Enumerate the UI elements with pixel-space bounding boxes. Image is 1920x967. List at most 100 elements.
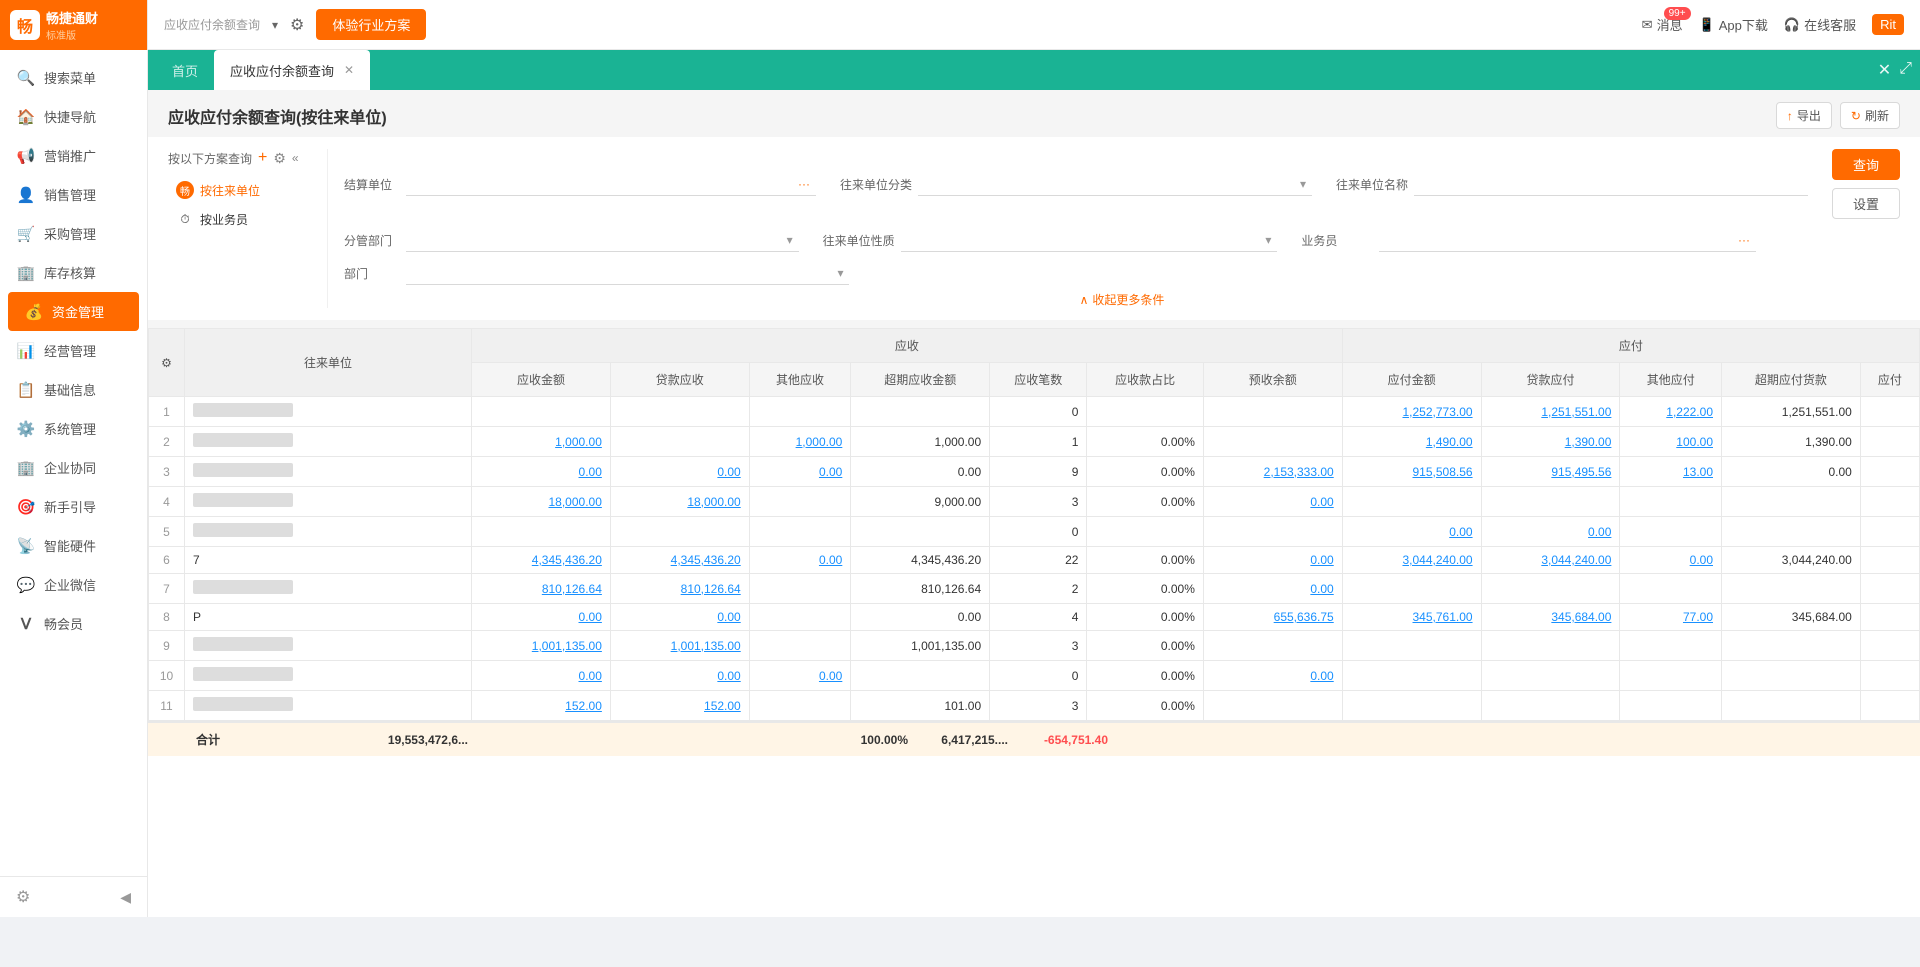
data-cell[interactable]: 0.00: [1203, 487, 1342, 517]
sidebar-item-sales[interactable]: 👤 销售管理: [0, 175, 147, 214]
service-button[interactable]: 🎧 在线客服: [1784, 15, 1856, 34]
app-download-button[interactable]: 📱 App下载: [1699, 15, 1768, 34]
scheme-button[interactable]: 体验行业方案: [316, 9, 426, 40]
data-cell[interactable]: 1,001,135.00: [610, 631, 749, 661]
add-scheme-icon[interactable]: +: [258, 149, 267, 167]
data-cell[interactable]: [610, 517, 749, 547]
data-cell[interactable]: 1,490.00: [1342, 427, 1481, 457]
data-cell[interactable]: 77.00: [1620, 604, 1722, 631]
data-cell[interactable]: [472, 517, 611, 547]
data-cell[interactable]: 18,000.00: [610, 487, 749, 517]
data-cell[interactable]: 0.00: [1203, 574, 1342, 604]
data-cell[interactable]: 0.00: [610, 457, 749, 487]
data-cell[interactable]: [749, 487, 851, 517]
user-avatar[interactable]: Rit: [1872, 17, 1904, 32]
unit-category-select[interactable]: ▾: [918, 173, 1312, 196]
data-cell[interactable]: 1,252,773.00: [1342, 397, 1481, 427]
data-cell[interactable]: [1342, 487, 1481, 517]
tab-close-icon[interactable]: ✕: [344, 63, 354, 77]
data-cell[interactable]: 152.00: [610, 691, 749, 721]
data-cell[interactable]: [1620, 661, 1722, 691]
sidebar-item-member[interactable]: Ⅴ 畅会员: [0, 604, 147, 643]
sidebar-item-enterprise[interactable]: 🏢 企业协同: [0, 448, 147, 487]
sidebar-item-quick-nav[interactable]: 🏠 快捷导航: [0, 97, 147, 136]
data-cell[interactable]: 4,345,436.20: [610, 547, 749, 574]
data-cell[interactable]: 2,153,333.00: [1203, 457, 1342, 487]
scheme-by-staff[interactable]: ⏱ 按业务员: [168, 205, 315, 234]
data-cell[interactable]: 0.00: [1203, 547, 1342, 574]
data-cell[interactable]: [749, 691, 851, 721]
data-cell[interactable]: [1620, 574, 1722, 604]
data-cell[interactable]: 4,345,436.20: [472, 547, 611, 574]
data-cell[interactable]: [1620, 487, 1722, 517]
data-cell[interactable]: 0.00: [749, 547, 851, 574]
sidebar-item-system[interactable]: ⚙️ 系统管理: [0, 409, 147, 448]
sidebar-item-marketing[interactable]: 📢 营销推广: [0, 136, 147, 175]
col-settings-header[interactable]: ⚙: [149, 329, 185, 397]
data-cell[interactable]: [749, 604, 851, 631]
data-cell[interactable]: [1342, 574, 1481, 604]
sidebar-item-wechat[interactable]: 💬 企业微信: [0, 565, 147, 604]
data-cell[interactable]: [749, 574, 851, 604]
tab-ar-ap[interactable]: 应收应付余额查询 ✕: [214, 50, 370, 90]
unit-name-input[interactable]: [1414, 173, 1808, 196]
data-cell[interactable]: 18,000.00: [472, 487, 611, 517]
header-gear-icon[interactable]: ⚙: [290, 15, 304, 35]
data-cell[interactable]: [610, 427, 749, 457]
data-cell[interactable]: [1620, 691, 1722, 721]
data-cell[interactable]: 0.00: [1481, 517, 1620, 547]
settings-button[interactable]: 设置: [1832, 188, 1900, 219]
data-cell[interactable]: [749, 517, 851, 547]
sidebar-item-operations[interactable]: 📊 经营管理: [0, 331, 147, 370]
data-cell[interactable]: [472, 397, 611, 427]
data-cell[interactable]: 345,684.00: [1481, 604, 1620, 631]
data-cell[interactable]: 1,222.00: [1620, 397, 1722, 427]
export-button[interactable]: ↑ 导出: [1776, 102, 1832, 129]
data-cell[interactable]: [749, 631, 851, 661]
data-cell[interactable]: 0.00: [610, 661, 749, 691]
data-cell[interactable]: [1481, 487, 1620, 517]
scheme-collapse-icon[interactable]: «: [292, 151, 299, 165]
data-cell[interactable]: [1203, 517, 1342, 547]
data-cell[interactable]: 915,495.56: [1481, 457, 1620, 487]
sidebar-settings-icon[interactable]: ⚙: [16, 887, 30, 907]
data-cell[interactable]: 3,044,240.00: [1342, 547, 1481, 574]
data-cell[interactable]: [1203, 691, 1342, 721]
sidebar-item-inventory[interactable]: 🏢 库存核算: [0, 253, 147, 292]
data-cell[interactable]: 810,126.64: [610, 574, 749, 604]
sidebar-item-guide[interactable]: 🎯 新手引导: [0, 487, 147, 526]
data-cell[interactable]: 915,508.56: [1342, 457, 1481, 487]
data-cell[interactable]: 100.00: [1620, 427, 1722, 457]
data-cell[interactable]: 0.00: [472, 604, 611, 631]
data-cell[interactable]: 0.00: [472, 457, 611, 487]
collapse-button[interactable]: ∧ 收起更多条件: [1080, 291, 1165, 308]
data-cell[interactable]: 0.00: [1620, 547, 1722, 574]
data-cell[interactable]: [1481, 661, 1620, 691]
data-cell[interactable]: 655,636.75: [1203, 604, 1342, 631]
data-cell[interactable]: 810,126.64: [472, 574, 611, 604]
data-cell[interactable]: 13.00: [1620, 457, 1722, 487]
header-dropdown-icon[interactable]: ▾: [272, 18, 278, 32]
salesperson-input[interactable]: ···: [1379, 229, 1756, 252]
message-button[interactable]: ✉ 消息 99+: [1642, 15, 1683, 34]
data-cell[interactable]: [1620, 631, 1722, 661]
data-cell[interactable]: [1481, 631, 1620, 661]
data-cell[interactable]: [1342, 631, 1481, 661]
refresh-button[interactable]: ↻ 刷新: [1840, 102, 1900, 129]
settlement-unit-input[interactable]: ···: [406, 173, 816, 196]
data-cell[interactable]: [1481, 691, 1620, 721]
data-cell[interactable]: 1,001,135.00: [472, 631, 611, 661]
data-cell[interactable]: 0.00: [1342, 517, 1481, 547]
sidebar-item-hardware[interactable]: 📡 智能硬件: [0, 526, 147, 565]
tab-home[interactable]: 首页: [156, 50, 214, 90]
data-cell[interactable]: 0.00: [610, 604, 749, 631]
sidebar-item-basic-info[interactable]: 📋 基础信息: [0, 370, 147, 409]
scheme-by-unit[interactable]: 畅 按往来单位: [168, 175, 315, 205]
data-cell[interactable]: 1,000.00: [749, 427, 851, 457]
tab-close-window-icon[interactable]: ✕: [1878, 60, 1891, 80]
data-cell[interactable]: 0.00: [472, 661, 611, 691]
sidebar-item-purchase[interactable]: 🛒 采购管理: [0, 214, 147, 253]
scheme-settings-icon[interactable]: ⚙: [273, 150, 286, 167]
data-cell[interactable]: [1203, 631, 1342, 661]
data-cell[interactable]: [1342, 661, 1481, 691]
